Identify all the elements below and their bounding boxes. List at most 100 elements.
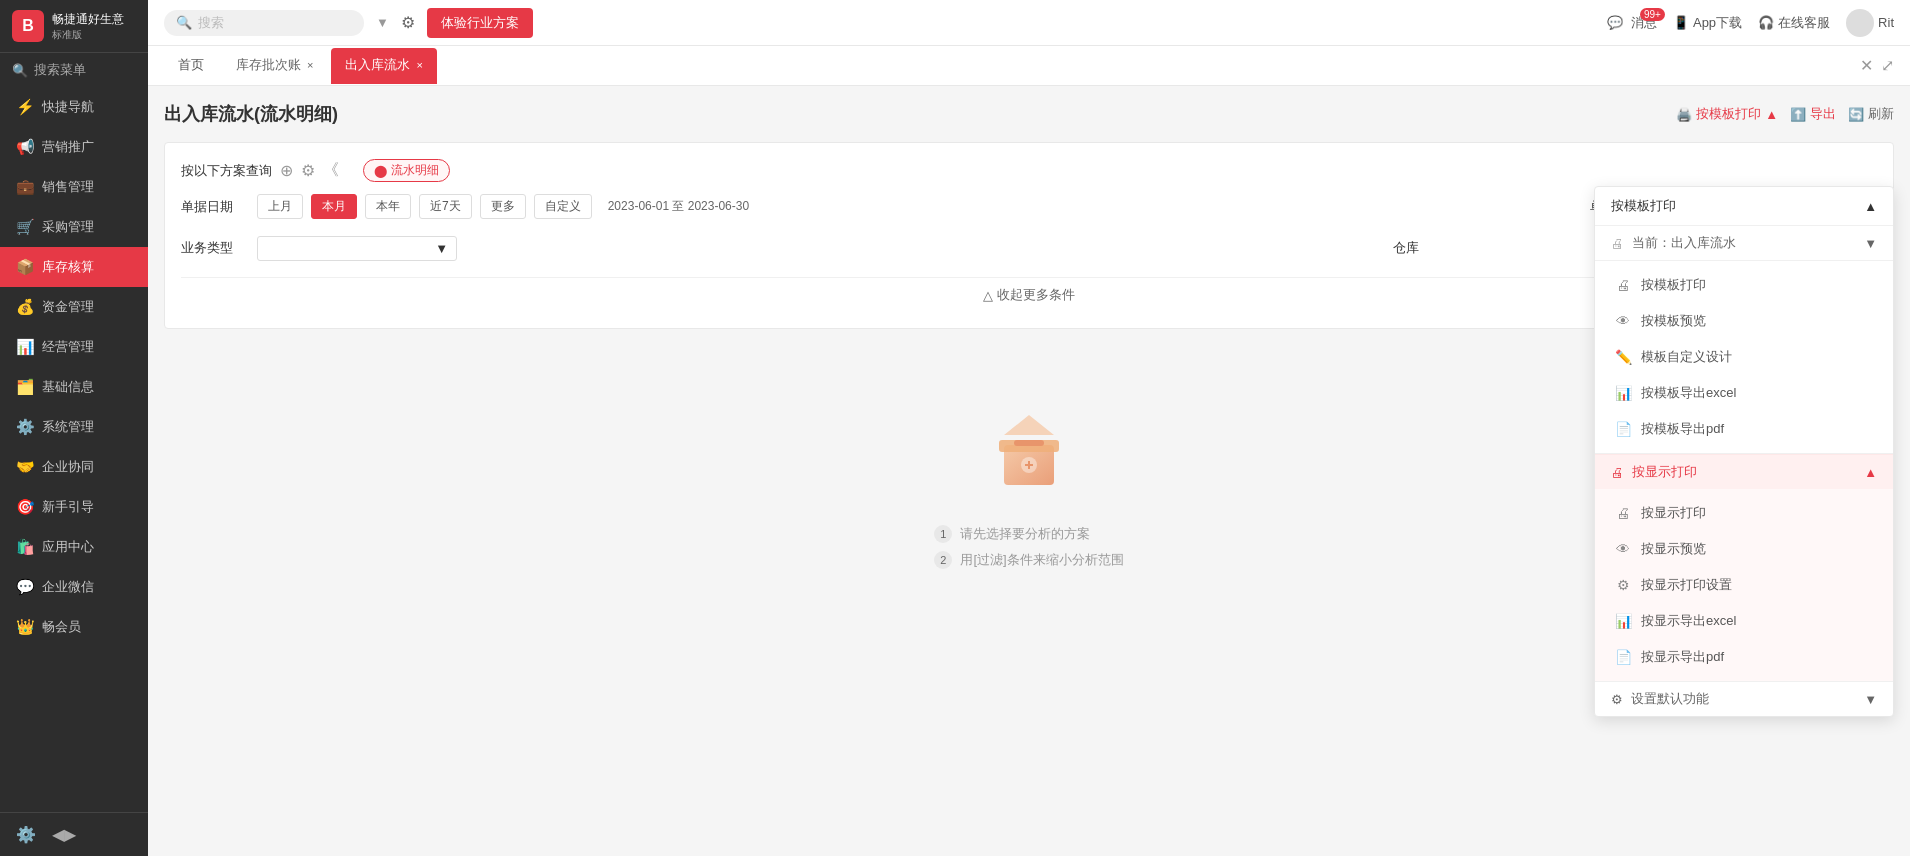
date-current-month[interactable]: 本月: [311, 194, 357, 219]
marketing-icon: 📢: [16, 138, 34, 156]
main-area: 🔍 搜索 ▼ ⚙ 体验行业方案 💬 99+ 消息 📱 App下载 🎧 在线客服 …: [148, 0, 1910, 856]
display-preview-label: 按显示预览: [1641, 540, 1706, 558]
sidebar-item-finance[interactable]: 💰 资金管理: [0, 287, 148, 327]
sidebar-item-label: 采购管理: [42, 218, 94, 236]
top-header: 🔍 搜索 ▼ ⚙ 体验行业方案 💬 99+ 消息 📱 App下载 🎧 在线客服 …: [148, 0, 1910, 46]
header-search-box[interactable]: 🔍 搜索: [164, 10, 364, 36]
date-current-year[interactable]: 本年: [365, 194, 411, 219]
filter-by-label: 按以下方案查询: [181, 162, 272, 180]
printer-icon: 🖨: [1615, 277, 1631, 293]
display-preview-item[interactable]: 👁 按显示预览: [1595, 531, 1893, 567]
date-custom[interactable]: 自定义: [534, 194, 592, 219]
default-icon: ⚙: [1611, 692, 1623, 707]
trial-button[interactable]: 体验行业方案: [427, 8, 533, 38]
toggle-footer-icon[interactable]: ◀▶: [52, 825, 76, 844]
tab-flow[interactable]: 出入库流水 ×: [331, 48, 436, 84]
export-icon: ⬆️: [1790, 107, 1806, 122]
add-filter-icon[interactable]: ⊕: [280, 161, 293, 180]
display-print-item[interactable]: 🖨 按显示打印: [1595, 495, 1893, 531]
collapse-filter-icon[interactable]: 《: [323, 160, 339, 181]
display-print-settings-item[interactable]: ⚙ 按显示打印设置: [1595, 567, 1893, 603]
template-export-excel-label: 按模板导出excel: [1641, 384, 1736, 402]
dp-footer[interactable]: ⚙ 设置默认功能 ▼: [1595, 681, 1893, 716]
print-dropdown-icon: ▲: [1765, 107, 1778, 122]
business-type-select[interactable]: ▼: [257, 236, 457, 261]
sidebar-item-label: 基础信息: [42, 378, 94, 396]
display-print-icon: 🖨: [1615, 505, 1631, 521]
page-actions: 🖨️ 按模板打印 ▲ ⬆️ 导出 🔄 刷新: [1676, 105, 1894, 123]
appstore-icon: 🛍️: [16, 538, 34, 556]
display-pdf-icon: 📄: [1615, 649, 1631, 665]
print-button[interactable]: 🖨️ 按模板打印 ▲: [1676, 105, 1778, 123]
user-profile[interactable]: Rit: [1846, 9, 1894, 37]
logo-text: 畅捷通好生意 标准版: [52, 11, 124, 42]
sidebar-item-inventory[interactable]: 📦 库存核算: [0, 247, 148, 287]
app-download-button[interactable]: 📱 App下载: [1673, 14, 1742, 32]
sidebar-item-member[interactable]: 👑 畅会员: [0, 607, 148, 647]
gear-icon[interactable]: ⚙: [401, 13, 415, 32]
sidebar-item-quick-nav[interactable]: ⚡ 快捷导航: [0, 87, 148, 127]
date-more[interactable]: 更多: [480, 194, 526, 219]
sidebar-item-system[interactable]: ⚙️ 系统管理: [0, 407, 148, 447]
tab-home[interactable]: 首页: [164, 48, 218, 84]
sidebar-item-label: 营销推广: [42, 138, 94, 156]
display-export-excel-label: 按显示导出excel: [1641, 612, 1736, 630]
tab-batch-account[interactable]: 库存批次账 ×: [222, 48, 327, 84]
sidebar-item-sales[interactable]: 💼 销售管理: [0, 167, 148, 207]
dp-current: 🖨 当前：出入库流水 ▼: [1595, 226, 1893, 260]
member-icon: 👑: [16, 618, 34, 636]
export-button[interactable]: ⬆️ 导出: [1790, 105, 1836, 123]
sidebar-item-marketing[interactable]: 📢 营销推广: [0, 127, 148, 167]
date-last-month[interactable]: 上月: [257, 194, 303, 219]
empty-illustration: [979, 405, 1079, 505]
sidebar-item-appstore[interactable]: 🛍️ 应用中心: [0, 527, 148, 567]
display-preview-icon: 👁: [1615, 541, 1631, 557]
sidebar-item-purchase[interactable]: 🛒 采购管理: [0, 207, 148, 247]
refresh-button[interactable]: 🔄 刷新: [1848, 105, 1894, 123]
preview-icon: 👁: [1615, 313, 1631, 329]
display-export-pdf-item[interactable]: 📄 按显示导出pdf: [1595, 639, 1893, 675]
tab-expand-icon[interactable]: ⤢: [1881, 56, 1894, 75]
display-export-excel-item[interactable]: 📊 按显示导出excel: [1595, 603, 1893, 639]
footer-chevron-icon: ▼: [1864, 692, 1877, 707]
sidebar-search[interactable]: 🔍 搜索菜单: [0, 53, 148, 87]
display-print-settings-label: 按显示打印设置: [1641, 576, 1732, 594]
date-last-7-days[interactable]: 近7天: [419, 194, 472, 219]
sidebar-item-wechat[interactable]: 💬 企业微信: [0, 567, 148, 607]
sidebar-item-basic[interactable]: 🗂️ 基础信息: [0, 367, 148, 407]
sidebar-item-label: 销售管理: [42, 178, 94, 196]
excel-icon: 📊: [1615, 385, 1631, 401]
wechat-icon: 💬: [16, 578, 34, 596]
tab-close-icon[interactable]: ✕: [1860, 56, 1873, 75]
collab-icon: 🤝: [16, 458, 34, 476]
dropdown-icon[interactable]: ▼: [376, 15, 389, 30]
service-button[interactable]: 🎧 在线客服: [1758, 14, 1830, 32]
print-icon: 🖨️: [1676, 107, 1692, 122]
sidebar-item-label: 畅会员: [42, 618, 81, 636]
template-preview-item[interactable]: 👁 按模板预览: [1595, 303, 1893, 339]
dp-display-section: 🖨 按显示打印 👁 按显示预览 ⚙ 按显示打印设置 📊 按显示导出excel 📄: [1595, 489, 1893, 681]
sidebar-item-collab[interactable]: 🤝 企业协同: [0, 447, 148, 487]
dp-header: 按模板打印 ▲: [1595, 187, 1893, 226]
service-label: 在线客服: [1778, 14, 1830, 32]
warehouse-label: 仓库: [1393, 239, 1419, 257]
tab-batch-account-close[interactable]: ×: [307, 59, 313, 71]
sidebar: B 畅捷通好生意 标准版 🔍 搜索菜单 ⚡ 快捷导航 📢 营销推广 💼 销售管理…: [0, 0, 148, 856]
template-print-item[interactable]: 🖨 按模板打印: [1595, 267, 1893, 303]
settings-footer-icon[interactable]: ⚙️: [16, 825, 36, 844]
step-1-text: 请先选择要分析的方案: [960, 525, 1090, 543]
pdf-icon: 📄: [1615, 421, 1631, 437]
tag-icon: ⬤: [374, 164, 387, 178]
sidebar-item-operations[interactable]: 📊 经营管理: [0, 327, 148, 367]
tab-flow-close[interactable]: ×: [416, 59, 422, 71]
message-button[interactable]: 💬 99+ 消息: [1607, 14, 1657, 32]
sidebar-item-newbie[interactable]: 🎯 新手引导: [0, 487, 148, 527]
filter-tag[interactable]: ⬤ 流水明细: [363, 159, 450, 182]
operations-icon: 📊: [16, 338, 34, 356]
settings-filter-icon[interactable]: ⚙: [301, 161, 315, 180]
dp-display-section-header[interactable]: 🖨 按显示打印 ▲: [1595, 454, 1893, 489]
template-export-excel-item[interactable]: 📊 按模板导出excel: [1595, 375, 1893, 411]
step-1-num: 1: [934, 525, 952, 543]
template-export-pdf-item[interactable]: 📄 按模板导出pdf: [1595, 411, 1893, 447]
template-custom-item[interactable]: ✏️ 模板自定义设计: [1595, 339, 1893, 375]
